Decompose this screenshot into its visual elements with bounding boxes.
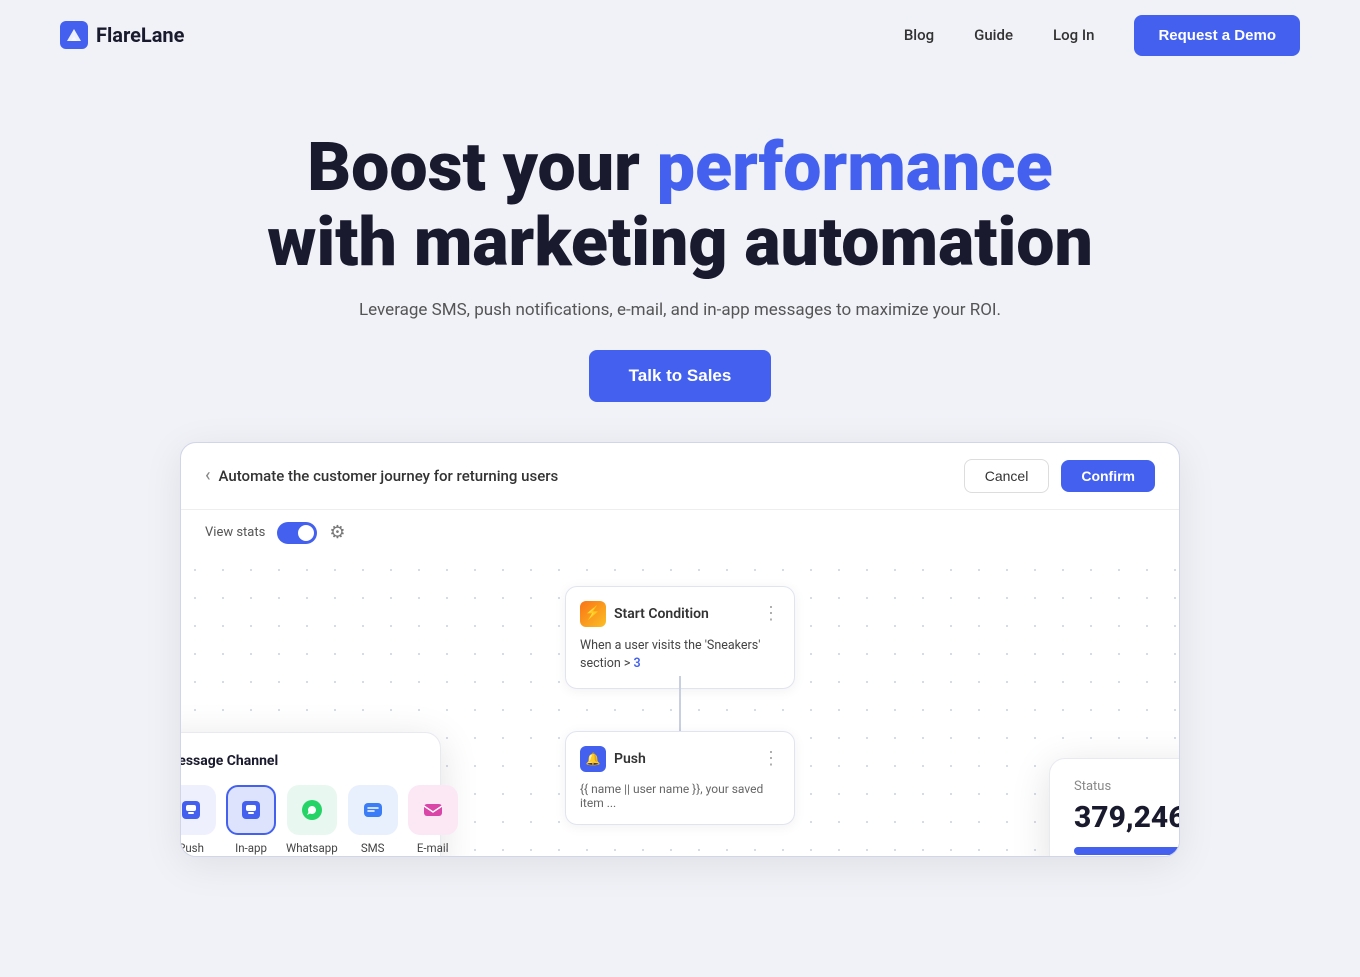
channel-push-icon — [180, 785, 216, 835]
hero-headline: Boost your performance with marketing au… — [20, 130, 1340, 280]
condition-body: When a user visits the 'Sneakers' sectio… — [580, 637, 780, 675]
status-bar — [1074, 847, 1180, 855]
push-menu-icon[interactable]: ⋮ — [762, 748, 780, 769]
navbar: FlareLane Blog Guide Log In Request a De… — [0, 0, 1360, 70]
channel-sms-label: SMS — [361, 841, 385, 855]
push-card-header: 🔔 Push ⋮ — [580, 746, 780, 772]
app-card-header-left: ‹ Automate the customer journey for retu… — [205, 465, 558, 486]
condition-body-text: When a user visits the 'Sneakers' sectio… — [580, 638, 760, 672]
hero-headline-part1: Boost your — [307, 127, 657, 207]
message-channel-title: Message Channel — [180, 753, 416, 769]
hero-section: Boost your performance with marketing au… — [0, 70, 1360, 442]
nav-links: Blog Guide Log In Request a Demo — [904, 15, 1300, 56]
view-stats-toggle[interactable] — [277, 522, 317, 544]
logo-icon — [60, 21, 88, 49]
back-chevron-icon[interactable]: ‹ — [205, 465, 211, 486]
channel-sms-icon — [348, 785, 398, 835]
hero-subtitle: Leverage SMS, push notifications, e-mail… — [20, 300, 1340, 320]
condition-icon: ⚡ — [580, 601, 606, 627]
condition-menu-icon[interactable]: ⋮ — [762, 603, 780, 624]
channel-item-whatsapp[interactable]: Whatsapp — [286, 785, 338, 855]
channel-inapp-label: In-app — [235, 841, 267, 855]
channel-email-label: E-mail — [417, 841, 449, 855]
confirm-button[interactable]: Confirm — [1061, 460, 1155, 492]
channel-whatsapp-icon — [287, 785, 337, 835]
talk-to-sales-button[interactable]: Talk to Sales — [589, 350, 772, 402]
cancel-button[interactable]: Cancel — [964, 459, 1050, 493]
logo: FlareLane — [60, 21, 184, 49]
nav-link-blog[interactable]: Blog — [904, 26, 934, 44]
logo-text: FlareLane — [96, 23, 184, 47]
push-card: 🔔 Push ⋮ {{ name || user name }}, your s… — [565, 731, 795, 825]
channel-item-email[interactable]: E-mail — [408, 785, 458, 855]
channel-item-inapp[interactable]: In-app — [226, 785, 276, 855]
condition-card-header: ⚡ Start Condition ⋮ — [580, 601, 780, 627]
channel-email-icon — [408, 785, 458, 835]
gear-icon[interactable]: ⚙ — [329, 522, 345, 543]
channel-item-sms[interactable]: SMS — [348, 785, 398, 855]
channel-whatsapp-label: Whatsapp — [286, 841, 338, 855]
nav-link-login[interactable]: Log In — [1053, 26, 1094, 44]
status-label-text: Status — [1074, 779, 1180, 794]
app-card-content: ⚡ Start Condition ⋮ When a user visits t… — [181, 556, 1179, 856]
request-demo-button[interactable]: Request a Demo — [1134, 15, 1300, 56]
channel-item-push[interactable]: Push — [180, 785, 216, 855]
push-title-text: Push — [614, 751, 646, 767]
app-card-title: Automate the customer journey for return… — [219, 467, 559, 485]
status-card: Status 379,246 +14,312 — [1049, 758, 1180, 857]
hero-headline-part2: with marketing automation — [267, 202, 1093, 282]
push-title: 🔔 Push — [580, 746, 646, 772]
condition-highlight-num: 3 — [634, 656, 641, 671]
hero-headline-highlight: performance — [657, 127, 1053, 207]
nav-link-guide[interactable]: Guide — [974, 26, 1013, 44]
message-channel-card: Message Channel Push In-app — [180, 732, 441, 857]
flow-connector — [679, 676, 681, 736]
status-number: 379,246 — [1074, 800, 1180, 835]
channel-options: Push In-app Whatsapp — [180, 785, 416, 855]
status-number-row: 379,246 +14,312 — [1074, 800, 1180, 835]
app-card-header-right: Cancel Confirm — [964, 459, 1155, 493]
view-stats-label: View stats — [205, 525, 265, 540]
app-card-toolbar: View stats ⚙ — [181, 510, 1179, 556]
push-icon: 🔔 — [580, 746, 606, 772]
channel-inapp-icon — [226, 785, 276, 835]
start-condition-card: ⚡ Start Condition ⋮ When a user visits t… — [565, 586, 795, 690]
status-bar-blue — [1074, 847, 1180, 855]
app-card-header: ‹ Automate the customer journey for retu… — [181, 443, 1179, 510]
app-card: ‹ Automate the customer journey for retu… — [180, 442, 1180, 857]
condition-title-text: Start Condition — [614, 606, 709, 622]
condition-title: ⚡ Start Condition — [580, 601, 709, 627]
push-body: {{ name || user name }}, your saved item… — [580, 782, 780, 810]
channel-push-label: Push — [180, 841, 204, 855]
